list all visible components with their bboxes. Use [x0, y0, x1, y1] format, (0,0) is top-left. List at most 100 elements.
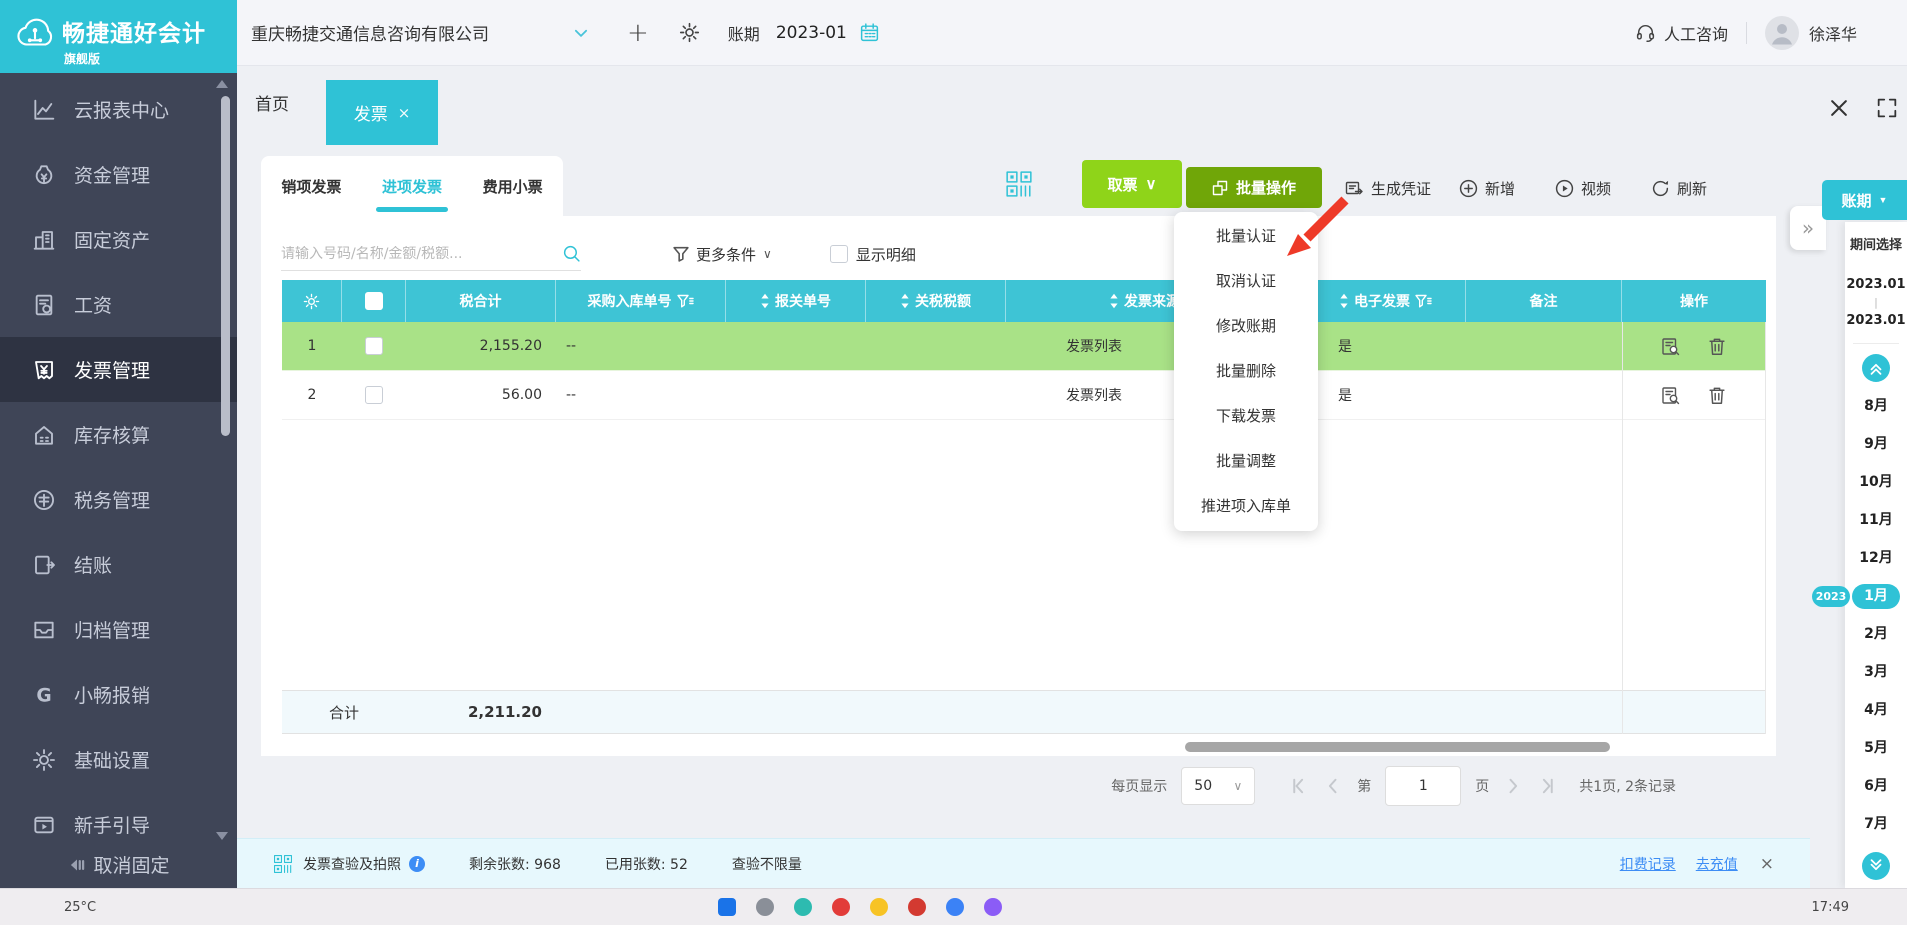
period-toggle-button[interactable]: 账期 ▼ — [1822, 180, 1907, 220]
month-item-selected[interactable]: 1月 2023 — [1812, 583, 1900, 609]
sidebar-item-tax[interactable]: 税务管理 — [0, 467, 237, 532]
settings-gear-icon[interactable] — [679, 22, 700, 43]
user-name[interactable]: 徐泽华 — [1809, 21, 1857, 45]
add-company-button[interactable]: + — [627, 20, 649, 46]
menu-item-download-invoice[interactable]: 下载发票 — [1174, 394, 1318, 439]
sidebar-item-payroll[interactable]: 工资 — [0, 272, 237, 337]
menu-item-cancel-certify[interactable]: 取消认证 — [1174, 259, 1318, 304]
subtab-expense-receipt[interactable]: 费用小票 — [462, 156, 563, 216]
taskbar-app-icon[interactable] — [718, 898, 736, 916]
month-item[interactable]: 10月 — [1852, 470, 1900, 495]
scroll-months-up-button[interactable] — [1862, 353, 1890, 382]
sidebar-item-fixed-assets[interactable]: 固定资产 — [0, 207, 237, 272]
refresh-button[interactable]: 刷新 — [1651, 178, 1707, 199]
trash-icon[interactable] — [1707, 386, 1727, 405]
menu-item-batch-delete[interactable]: 批量删除 — [1174, 349, 1318, 394]
month-item[interactable]: 3月 — [1852, 660, 1900, 685]
subtab-sales-invoice[interactable]: 销项发票 — [261, 156, 362, 216]
recharge-link[interactable]: 去充值 — [1696, 854, 1738, 874]
last-page-icon[interactable] — [1537, 776, 1557, 796]
fullscreen-icon[interactable] — [1877, 98, 1897, 118]
filter-funnel-icon[interactable] — [1415, 294, 1432, 308]
select-all-checkbox[interactable] — [364, 292, 383, 310]
tab-close-icon[interactable]: × — [398, 104, 411, 122]
sort-icon[interactable] — [1339, 293, 1349, 309]
taskbar-app-icon[interactable] — [908, 898, 926, 916]
sidebar-item-inventory[interactable]: 库存核算 — [0, 402, 237, 467]
menu-item-push-inbound[interactable]: 推进项入库单 — [1174, 484, 1318, 529]
next-page-icon[interactable] — [1503, 776, 1523, 796]
month-item[interactable]: 9月 — [1852, 432, 1900, 457]
menu-item-batch-certify[interactable]: 批量认证 — [1174, 214, 1318, 259]
sidebar-item-guide[interactable]: 新手引导 — [0, 792, 237, 857]
show-detail-checkbox[interactable] — [829, 245, 848, 263]
sidebar-scroll-down-arrow[interactable] — [216, 832, 228, 840]
sidebar-item-cloud-reports[interactable]: 云报表中心 — [0, 77, 237, 142]
sidebar-item-archive[interactable]: 归档管理 — [0, 597, 237, 662]
add-button[interactable]: 新增 — [1459, 178, 1515, 199]
search-icon[interactable] — [562, 244, 581, 263]
taskbar-weather[interactable]: 25°C — [64, 900, 96, 915]
row-checkbox[interactable] — [365, 337, 383, 355]
table-row[interactable]: 1 2,155.20 -- 发票列表 是 — [282, 322, 1766, 371]
header-tax-total[interactable]: 税合计 — [406, 280, 556, 322]
month-item[interactable]: 5月 — [1852, 736, 1900, 761]
trash-icon[interactable] — [1707, 337, 1727, 356]
sort-icon[interactable] — [1109, 293, 1119, 309]
sidebar-item-reimburse[interactable]: 小畅报销 — [0, 662, 237, 727]
tab-invoice[interactable]: 发票 × — [326, 80, 438, 145]
calendar-icon[interactable] — [859, 22, 880, 43]
month-item[interactable]: 4月 — [1852, 698, 1900, 723]
close-quota-bar-icon[interactable]: × — [1760, 854, 1774, 874]
per-page-select[interactable]: 50 ∨ — [1181, 767, 1256, 805]
more-conditions-button[interactable]: 更多条件 ∨ — [673, 244, 772, 265]
page-number-input[interactable] — [1385, 766, 1462, 806]
scroll-months-down-button[interactable] — [1862, 852, 1890, 880]
period-range-start[interactable]: 2023.01 — [1846, 275, 1905, 295]
first-page-icon[interactable] — [1289, 776, 1309, 796]
period-value[interactable]: 2023-01 — [776, 23, 847, 43]
tab-home[interactable]: 首页 — [255, 90, 289, 115]
subtab-purchase-invoice[interactable]: 进项发票 — [362, 156, 463, 216]
period-panel-collapse-handle[interactable]: » — [1790, 206, 1826, 250]
close-page-icon[interactable] — [1829, 98, 1849, 118]
month-item[interactable]: 2月 — [1852, 622, 1900, 647]
sort-icon[interactable] — [900, 293, 910, 309]
month-item[interactable]: 7月 — [1852, 812, 1900, 837]
taskbar-app-icon[interactable] — [984, 898, 1002, 916]
sidebar-scroll-up-arrow[interactable] — [216, 80, 228, 88]
sidebar-item-invoice[interactable]: 发票管理 — [0, 337, 237, 402]
scan-qr-icon[interactable] — [1005, 170, 1033, 198]
month-item[interactable]: 12月 — [1852, 546, 1900, 571]
header-electronic[interactable]: 电子发票 — [1306, 280, 1466, 322]
menu-item-change-period[interactable]: 修改账期 — [1174, 304, 1318, 349]
month-item[interactable]: 11月 — [1852, 508, 1900, 533]
chevron-down-icon[interactable] — [573, 25, 589, 41]
table-row[interactable]: 2 56.00 -- 发票列表 是 — [282, 371, 1766, 420]
filter-funnel-icon[interactable] — [677, 294, 694, 308]
header-customs-no[interactable]: 报关单号 — [726, 280, 866, 322]
column-settings-header[interactable] — [282, 280, 342, 322]
view-detail-icon[interactable] — [1661, 337, 1681, 356]
generate-voucher-button[interactable]: 生成凭证 — [1345, 178, 1431, 199]
header-purchase-no[interactable]: 采购入库单号 — [556, 280, 726, 322]
unpin-sidebar-button[interactable]: 取消固定 — [0, 851, 237, 878]
taskbar-app-icon[interactable] — [832, 898, 850, 916]
prev-page-icon[interactable] — [1323, 776, 1343, 796]
horizontal-scrollbar-thumb[interactable] — [1185, 742, 1610, 752]
sidebar-item-funds[interactable]: 资金管理 — [0, 142, 237, 207]
sort-icon[interactable] — [760, 293, 770, 309]
taskbar-clock[interactable]: 17:49 — [1812, 900, 1849, 915]
company-selector[interactable]: 重庆畅捷交通信息咨询有限公司 — [251, 20, 489, 45]
taskbar-app-icon[interactable] — [794, 898, 812, 916]
month-item[interactable]: 8月 — [1852, 394, 1900, 419]
taskbar-app-icon[interactable] — [870, 898, 888, 916]
info-icon[interactable]: i — [409, 855, 425, 872]
support-link[interactable]: 人工咨询 — [1664, 21, 1728, 45]
fetch-invoice-button[interactable]: 取票 ∨ — [1082, 160, 1182, 208]
menu-item-batch-adjust[interactable]: 批量调整 — [1174, 439, 1318, 484]
taskbar-app-icon[interactable] — [946, 898, 964, 916]
month-item[interactable]: 6月 — [1852, 774, 1900, 799]
header-note[interactable]: 备注 — [1466, 280, 1622, 322]
sidebar-scrollbar-thumb[interactable] — [221, 96, 230, 436]
